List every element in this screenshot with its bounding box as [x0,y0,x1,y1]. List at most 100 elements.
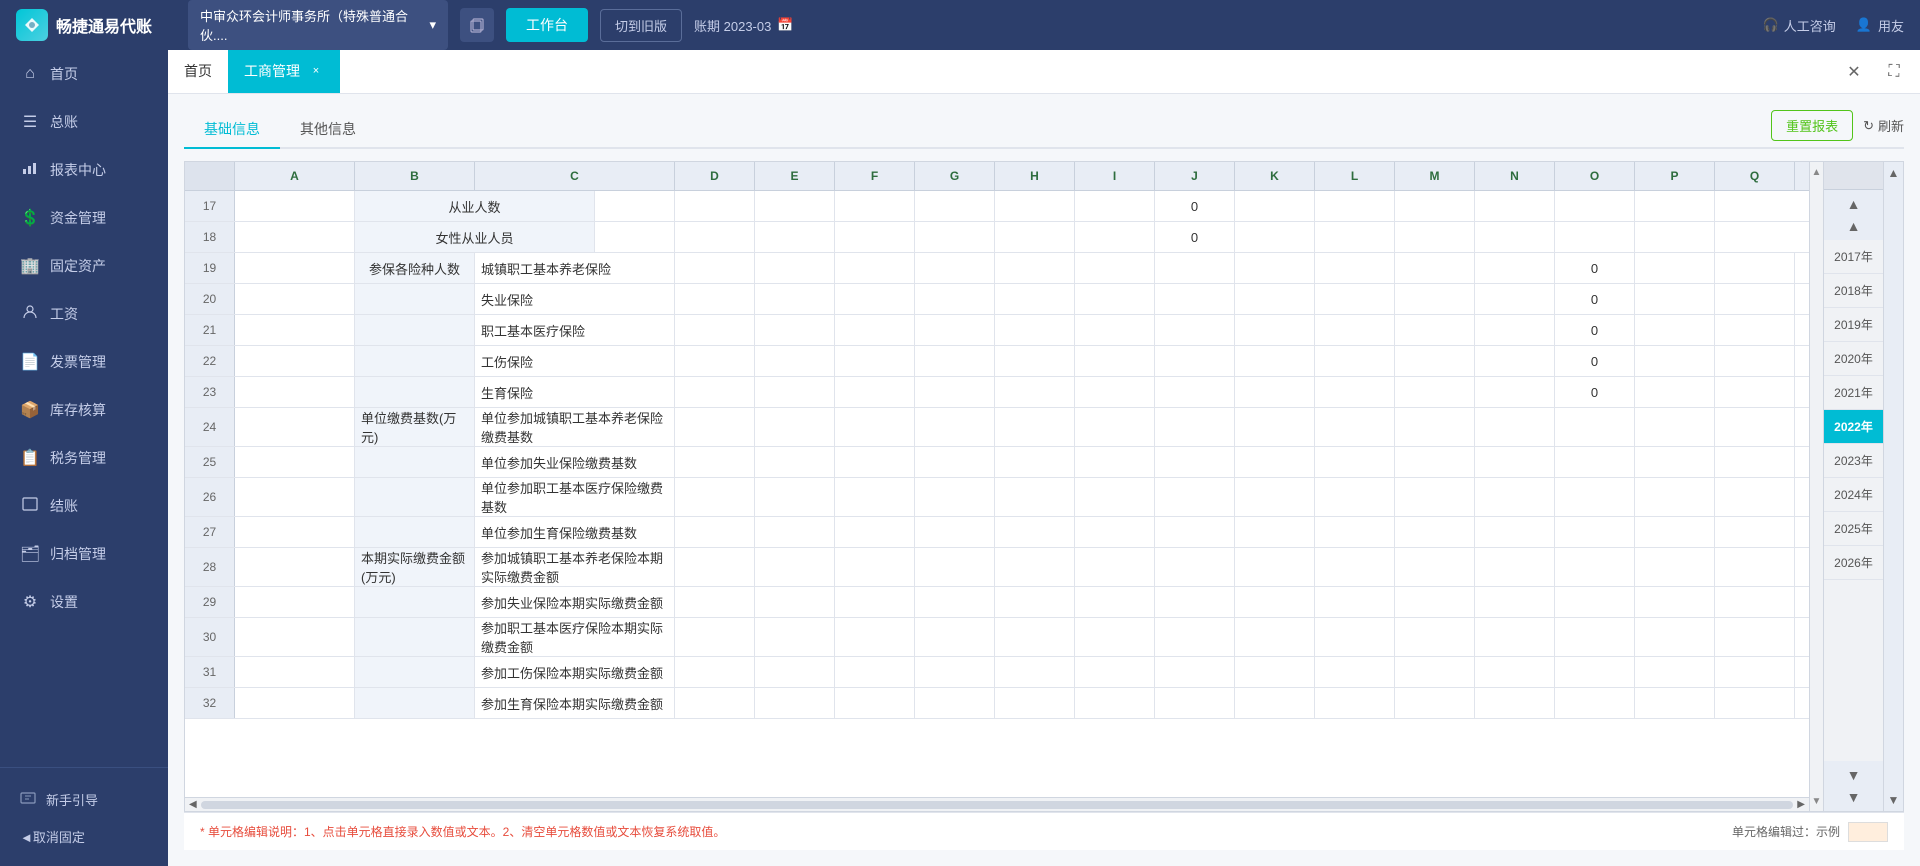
cell-32-h[interactable] [995,688,1075,718]
cell-23-c[interactable]: 生育保险 [475,377,675,407]
cell-21-o[interactable]: 0 [1555,315,1635,345]
cell-23-a[interactable] [235,377,355,407]
cell-28-d[interactable] [675,548,755,586]
year-item-2023[interactable]: 2023年 [1824,444,1883,478]
cell-27-o[interactable] [1555,517,1635,547]
cell-19-k[interactable] [1235,253,1315,283]
year-scroll-down-icon[interactable]: ▼ [1839,765,1869,785]
cell-29-p[interactable] [1635,587,1715,617]
tab-expand-icon[interactable]: ⛶ [1880,58,1908,86]
cell-32-g[interactable] [915,688,995,718]
year-scroll-down2-icon[interactable]: ▼ [1839,787,1869,807]
cell-27-c[interactable]: 单位参加生育保险缴费基数 [475,517,675,547]
cell-27-m[interactable] [1395,517,1475,547]
cell-21-c[interactable]: 职工基本医疗保险 [475,315,675,345]
cell-18-o[interactable] [1475,222,1555,252]
cell-22-j[interactable] [1155,346,1235,376]
cell-27-a[interactable] [235,517,355,547]
cell-18-g[interactable] [835,222,915,252]
cell-24-i[interactable] [1075,408,1155,446]
cell-20-a[interactable] [235,284,355,314]
cell-25-a[interactable] [235,447,355,477]
cell-27-b[interactable] [355,517,475,547]
refresh-button[interactable]: ↻ 刷新 [1863,116,1904,135]
cell-27-p[interactable] [1635,517,1715,547]
cell-25-o[interactable] [1555,447,1635,477]
cell-24-p[interactable] [1635,408,1715,446]
cell-27-g[interactable] [915,517,995,547]
cell-31-o[interactable] [1555,657,1635,687]
cell-21-d[interactable] [675,315,755,345]
year-item-2021[interactable]: 2021年 [1824,376,1883,410]
cell-20-h[interactable] [995,284,1075,314]
cell-18-d[interactable] [595,222,675,252]
cell-21-f[interactable] [835,315,915,345]
cell-18-q[interactable] [1635,222,1715,252]
cell-31-h[interactable] [995,657,1075,687]
cell-22-c[interactable]: 工伤保险 [475,346,675,376]
sidebar-item-reports[interactable]: 报表中心 [0,146,168,194]
cell-24-c[interactable]: 单位参加城镇职工基本养老保险缴费基数 [475,408,675,446]
cell-23-h[interactable] [995,377,1075,407]
cell-31-m[interactable] [1395,657,1475,687]
cell-29-e[interactable] [755,587,835,617]
cell-20-k[interactable] [1235,284,1315,314]
cell-23-d[interactable] [675,377,755,407]
cell-22-i[interactable] [1075,346,1155,376]
cell-20-g[interactable] [915,284,995,314]
cell-31-i[interactable] [1075,657,1155,687]
cell-30-d[interactable] [675,618,755,656]
cell-21-l[interactable] [1315,315,1395,345]
cell-25-i[interactable] [1075,447,1155,477]
cell-31-c[interactable]: 参加工伤保险本期实际缴费金额 [475,657,675,687]
cell-31-p[interactable] [1635,657,1715,687]
cell-27-f[interactable] [835,517,915,547]
cell-24-f[interactable] [835,408,915,446]
cell-18-h[interactable] [915,222,995,252]
cell-26-g[interactable] [915,478,995,516]
cell-29-j[interactable] [1155,587,1235,617]
cell-31-d[interactable] [675,657,755,687]
cell-30-h[interactable] [995,618,1075,656]
cell-26-m[interactable] [1395,478,1475,516]
cell-19-j[interactable] [1155,253,1235,283]
cell-19-f[interactable] [835,253,915,283]
sidebar-item-new-user[interactable]: 新手引导 [0,780,168,819]
cell-24-k[interactable] [1235,408,1315,446]
cell-19-n[interactable] [1475,253,1555,283]
cell-20-l[interactable] [1315,284,1395,314]
cell-19-a[interactable] [235,253,355,283]
cell-18-j[interactable] [1075,222,1155,252]
cell-23-o[interactable]: 0 [1555,377,1635,407]
cell-26-p[interactable] [1635,478,1715,516]
cell-17-f[interactable] [755,191,835,221]
cell-20-e[interactable] [755,284,835,314]
cell-29-d[interactable] [675,587,755,617]
cell-32-c[interactable]: 参加生育保险本期实际缴费金额 [475,688,675,718]
sidebar-item-tax[interactable]: 📋 税务管理 [0,434,168,482]
cell-28-p[interactable] [1635,548,1715,586]
cell-32-d[interactable] [675,688,755,718]
cell-18-p[interactable] [1555,222,1635,252]
cell-29-k[interactable] [1235,587,1315,617]
cell-31-g[interactable] [915,657,995,687]
cell-17-j[interactable] [1075,191,1155,221]
cell-22-o[interactable]: 0 [1555,346,1635,376]
cell-19-l[interactable] [1315,253,1395,283]
right-collapse-panel[interactable]: ▲ ▼ [1883,162,1903,811]
cell-25-g[interactable] [915,447,995,477]
year-item-2022[interactable]: 2022年 [1824,410,1883,444]
cell-26-a[interactable] [235,478,355,516]
cell-25-m[interactable] [1395,447,1475,477]
cell-20-j[interactable] [1155,284,1235,314]
cell-32-k[interactable] [1235,688,1315,718]
cell-19-i[interactable] [1075,253,1155,283]
cell-18-n[interactable] [1395,222,1475,252]
cell-17-g[interactable] [835,191,915,221]
cell-20-i[interactable] [1075,284,1155,314]
cell-27-q[interactable] [1715,517,1795,547]
collapse-up-icon[interactable]: ▲ [1888,166,1900,180]
cell-29-g[interactable] [915,587,995,617]
cell-28-f[interactable] [835,548,915,586]
cell-19-h[interactable] [995,253,1075,283]
